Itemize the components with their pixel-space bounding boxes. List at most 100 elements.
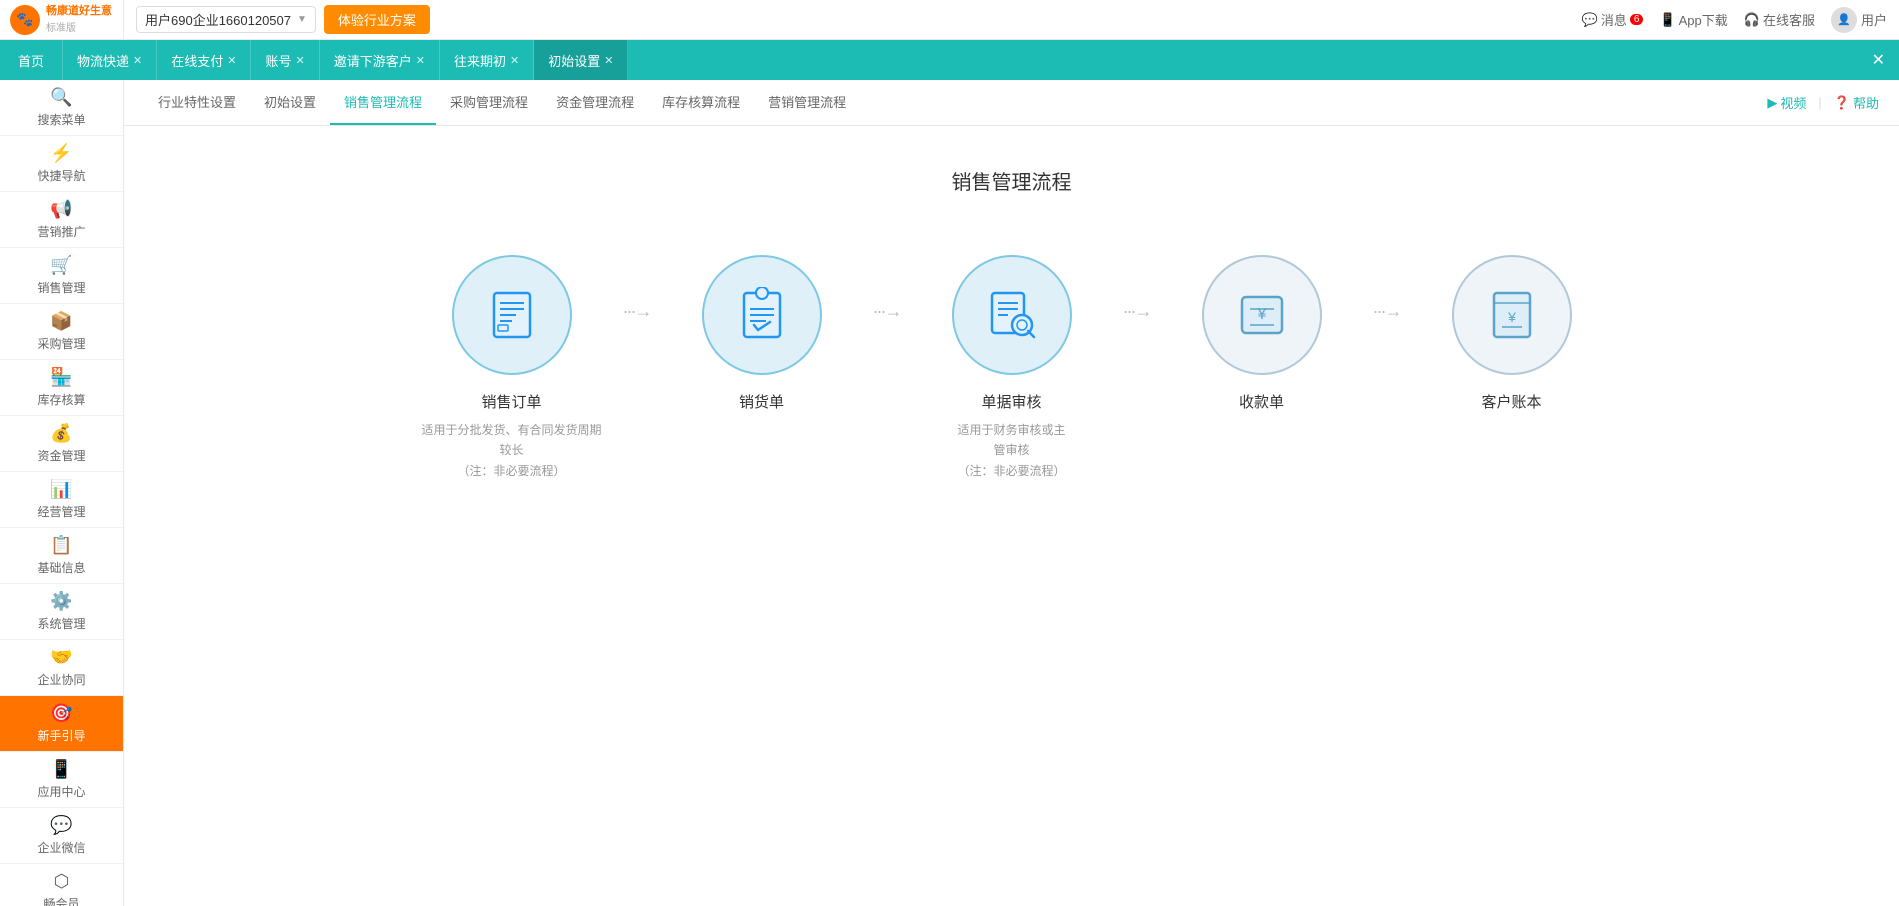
nav-tab-home[interactable]: 首页 bbox=[0, 40, 63, 80]
nav-tab-invite[interactable]: 邀请下游客户 ✕ bbox=[320, 40, 440, 80]
message-icon: 💬 bbox=[1582, 12, 1598, 28]
flow-node-desc-1: 适用于分批发货、有合同发货周期较长（注：非必要流程） bbox=[422, 420, 602, 481]
nav-tab-setup[interactable]: 初始设置 ✕ bbox=[534, 40, 628, 80]
sidebar-item-enterprise-wechat[interactable]: 💬 企业微信 bbox=[0, 808, 123, 864]
online-service-button[interactable]: 🎧 在线客服 bbox=[1744, 10, 1815, 29]
sidebar-item-app-center[interactable]: 📱 应用中心 bbox=[0, 752, 123, 808]
flow-arrow-3: ···→ bbox=[1102, 255, 1172, 322]
close-icon[interactable]: ✕ bbox=[133, 54, 142, 67]
sidebar-item-enterprise-coop[interactable]: 🤝 企业协同 bbox=[0, 640, 123, 696]
sidebar-item-label: 库存核算 bbox=[37, 391, 85, 408]
sub-tab-inventory-flow[interactable]: 库存核算流程 bbox=[648, 80, 754, 125]
flow-node-delivery: 销货单 bbox=[672, 255, 852, 420]
close-icon[interactable]: ✕ bbox=[510, 54, 519, 67]
sidebar-item-search[interactable]: 🔍 搜索菜单 bbox=[0, 80, 123, 136]
flow-circle-2 bbox=[702, 255, 822, 375]
avatar: 👤 bbox=[1831, 7, 1857, 33]
app-download-button[interactable]: 📱 App下载 bbox=[1659, 10, 1727, 29]
finance-icon: 💰 bbox=[50, 423, 72, 444]
user-selector[interactable]: 用户690企业1660120507 ▼ bbox=[136, 6, 316, 33]
flow-content: 销售管理流程 销售订单 bbox=[124, 126, 1899, 906]
sidebar-item-label: 畅会员 bbox=[43, 895, 79, 906]
content-area: 行业特性设置 初始设置 销售管理流程 采购管理流程 资金管理流程 库存核算流程 … bbox=[124, 80, 1899, 906]
close-icon[interactable]: ✕ bbox=[604, 54, 613, 67]
marketing-icon: 📢 bbox=[50, 199, 72, 220]
sidebar-item-purchase[interactable]: 📦 采购管理 bbox=[0, 304, 123, 360]
sidebar-item-base-info[interactable]: 📋 基础信息 bbox=[0, 528, 123, 584]
sidebar-item-inventory[interactable]: 🏪 库存核算 bbox=[0, 360, 123, 416]
sub-tabs-bar: 行业特性设置 初始设置 销售管理流程 采购管理流程 资金管理流程 库存核算流程 … bbox=[124, 80, 1899, 126]
wechat-icon: 💬 bbox=[50, 815, 72, 836]
user-name-label: 用户 bbox=[1861, 10, 1887, 29]
sidebar-item-quick[interactable]: ⚡ 快捷导航 bbox=[0, 136, 123, 192]
close-icon[interactable]: ✕ bbox=[227, 54, 236, 67]
nav-tabs-bar: 首页 物流快递 ✕ 在线支付 ✕ 账号 ✕ 邀请下游客户 ✕ 往来期初 ✕ 初始… bbox=[0, 40, 1899, 80]
search-icon: 🔍 bbox=[50, 87, 72, 108]
flow-node-desc-3: 适用于财务审核或主管审核（注：非必要流程） bbox=[957, 420, 1065, 481]
trial-button[interactable]: 体验行业方案 bbox=[324, 5, 430, 34]
sidebar-item-finance[interactable]: 💰 资金管理 bbox=[0, 416, 123, 472]
messages-button[interactable]: 💬 消息 6 bbox=[1582, 10, 1644, 29]
sales-icon: 🛒 bbox=[50, 255, 72, 276]
flow-node-title-3: 单据审核 bbox=[981, 391, 1041, 412]
sub-tab-initial[interactable]: 初始设置 bbox=[250, 80, 330, 125]
video-link[interactable]: ▶ 视频 bbox=[1767, 93, 1806, 112]
close-all-button[interactable]: ✕ bbox=[1858, 40, 1899, 80]
nav-tab-account[interactable]: 账号 ✕ bbox=[251, 40, 319, 80]
logo-area[interactable]: 🐾 畅康道好生意 标准版 bbox=[0, 0, 124, 39]
sub-tab-capital-flow[interactable]: 资金管理流程 bbox=[542, 80, 648, 125]
sidebar-item-operations[interactable]: 📊 经营管理 bbox=[0, 472, 123, 528]
sidebar-item-label: 企业微信 bbox=[37, 839, 85, 856]
sidebar-item-sys-mgmt[interactable]: ⚙️ 系统管理 bbox=[0, 584, 123, 640]
user-label: 用户690企业1660120507 bbox=[145, 10, 291, 29]
inventory-icon: 🏪 bbox=[50, 367, 72, 388]
flow-node-title-5: 客户账本 bbox=[1481, 391, 1541, 412]
sub-tab-purchase-flow[interactable]: 采购管理流程 bbox=[436, 80, 542, 125]
sidebar-item-label: 销售管理 bbox=[37, 279, 85, 296]
sidebar-item-vip[interactable]: ⬡ 畅会员 bbox=[0, 864, 123, 906]
sidebar-item-label: 应用中心 bbox=[37, 783, 85, 800]
chevron-down-icon: ▼ bbox=[297, 14, 307, 25]
enterprise-coop-icon: 🤝 bbox=[50, 647, 72, 668]
user-avatar-area[interactable]: 👤 用户 bbox=[1831, 7, 1887, 33]
sidebar-item-label: 新手引导 bbox=[37, 727, 85, 744]
app-download-label: App下载 bbox=[1679, 10, 1728, 29]
flow-node-account-book: ¥ 客户账本 bbox=[1422, 255, 1602, 420]
sidebar-item-label: 搜索菜单 bbox=[37, 111, 85, 128]
sidebar-item-label: 快捷导航 bbox=[37, 167, 85, 184]
sub-tab-marketing-flow[interactable]: 营销管理流程 bbox=[754, 80, 860, 125]
app-center-icon: 📱 bbox=[50, 759, 72, 780]
flow-node-receipt: ¥ 收款单 bbox=[1172, 255, 1352, 420]
flow-circle-5: ¥ bbox=[1452, 255, 1572, 375]
video-icon: ▶ bbox=[1767, 95, 1777, 111]
close-icon[interactable]: ✕ bbox=[296, 54, 305, 67]
flow-circle-3 bbox=[952, 255, 1072, 375]
nav-tab-payment[interactable]: 在线支付 ✕ bbox=[157, 40, 251, 80]
sub-tab-industry[interactable]: 行业特性设置 bbox=[144, 80, 250, 125]
sidebar-item-label: 基础信息 bbox=[37, 559, 85, 576]
help-icon: ❓ bbox=[1834, 95, 1850, 111]
svg-text:¥: ¥ bbox=[1507, 309, 1516, 325]
sidebar-item-label: 采购管理 bbox=[37, 335, 85, 352]
flow-diagram: 销售订单 适用于分批发货、有合同发货周期较长（注：非必要流程） ···→ bbox=[164, 255, 1859, 481]
sidebar-item-label: 经营管理 bbox=[37, 503, 85, 520]
sidebar-item-sales[interactable]: 🛒 销售管理 bbox=[0, 248, 123, 304]
nav-tab-logistics[interactable]: 物流快递 ✕ bbox=[63, 40, 157, 80]
flow-node-title-2: 销货单 bbox=[739, 391, 784, 412]
nav-tab-period[interactable]: 往来期初 ✕ bbox=[440, 40, 534, 80]
sidebar-item-newbie[interactable]: 🎯 新手引导 bbox=[0, 696, 123, 752]
close-icon[interactable]: ✕ bbox=[416, 54, 425, 67]
service-icon: 🎧 bbox=[1744, 12, 1760, 28]
sidebar-item-label: 营销推广 bbox=[37, 223, 85, 240]
logo-sub: 标准版 bbox=[46, 19, 112, 34]
sub-tab-sales-flow[interactable]: 销售管理流程 bbox=[330, 80, 436, 125]
sys-mgmt-icon: ⚙️ bbox=[50, 591, 72, 612]
sidebar-item-marketing[interactable]: 📢 营销推广 bbox=[0, 192, 123, 248]
flow-node-audit: 单据审核 适用于财务审核或主管审核（注：非必要流程） bbox=[922, 255, 1102, 481]
purchase-icon: 📦 bbox=[50, 311, 72, 332]
top-bar: 用户690企业1660120507 ▼ 体验行业方案 💬 消息 6 📱 App下… bbox=[124, 0, 1899, 39]
base-info-icon: 📋 bbox=[50, 535, 72, 556]
flow-node-sales-order: 销售订单 适用于分批发货、有合同发货周期较长（注：非必要流程） bbox=[422, 255, 602, 481]
help-link[interactable]: ❓ 帮助 bbox=[1834, 93, 1879, 112]
flow-node-title-4: 收款单 bbox=[1239, 391, 1284, 412]
